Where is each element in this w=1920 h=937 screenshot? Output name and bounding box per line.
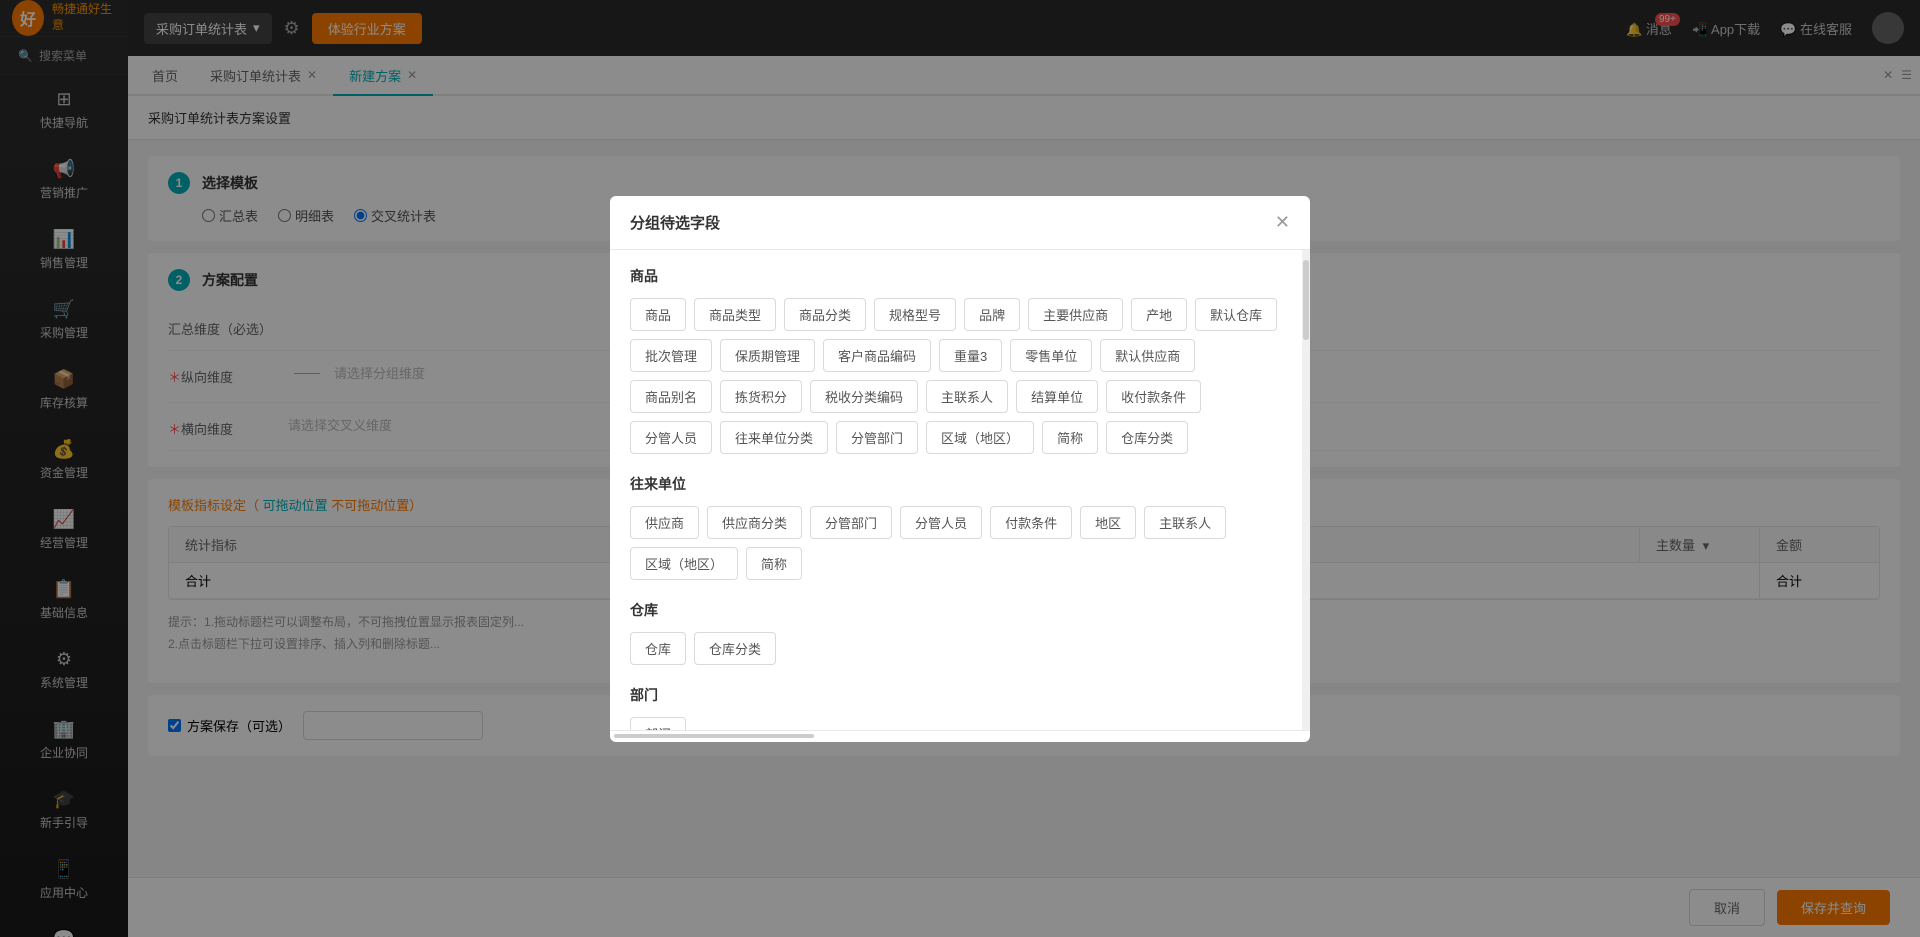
chip-partner-7[interactable]: 区域（地区）: [630, 547, 738, 580]
field-group-partner-title: 往来单位: [630, 474, 1282, 494]
chip-goods-0[interactable]: 商品: [630, 298, 686, 331]
chip-partner-1[interactable]: 供应商分类: [707, 506, 802, 539]
chip-goods-7[interactable]: 默认仓库: [1195, 298, 1277, 331]
chip-goods-19[interactable]: 收付款条件: [1106, 380, 1201, 413]
goods-chips: 商品 商品类型 商品分类 规格型号 品牌 主要供应商 产地 默认仓库 批次管理 …: [630, 298, 1282, 454]
modal-close-button[interactable]: ✕: [1275, 212, 1290, 233]
chip-goods-12[interactable]: 零售单位: [1010, 339, 1092, 372]
field-group-warehouse: 仓库 仓库 仓库分类: [630, 600, 1282, 665]
field-group-partner: 往来单位 供应商 供应商分类 分管部门 分管人员 付款条件 地区 主联系人 区域…: [630, 474, 1282, 580]
chip-goods-16[interactable]: 税收分类编码: [810, 380, 918, 413]
chip-goods-21[interactable]: 往来单位分类: [720, 421, 828, 454]
chip-goods-18[interactable]: 结算单位: [1016, 380, 1098, 413]
modal-header: 分组待选字段 ✕: [610, 196, 1310, 250]
chip-goods-11[interactable]: 重量3: [939, 339, 1002, 372]
modal-hscroll[interactable]: [610, 730, 1310, 742]
chip-partner-3[interactable]: 分管人员: [900, 506, 982, 539]
chip-goods-14[interactable]: 商品别名: [630, 380, 712, 413]
chip-partner-2[interactable]: 分管部门: [810, 506, 892, 539]
field-group-goods-title: 商品: [630, 266, 1282, 286]
chip-goods-4[interactable]: 品牌: [964, 298, 1020, 331]
chip-partner-5[interactable]: 地区: [1080, 506, 1136, 539]
chip-warehouse-0[interactable]: 仓库: [630, 632, 686, 665]
partner-chips: 供应商 供应商分类 分管部门 分管人员 付款条件 地区 主联系人 区域（地区） …: [630, 506, 1282, 580]
field-group-goods: 商品 商品 商品类型 商品分类 规格型号 品牌 主要供应商 产地 默认仓库 批次…: [630, 266, 1282, 454]
chip-goods-13[interactable]: 默认供应商: [1100, 339, 1195, 372]
modal-overlay: 分组待选字段 ✕ 商品 商品 商品类型 商品分类 规格型号 品牌 主要供应商 产…: [0, 0, 1920, 937]
chip-goods-2[interactable]: 商品分类: [784, 298, 866, 331]
chip-goods-5[interactable]: 主要供应商: [1028, 298, 1123, 331]
chip-goods-9[interactable]: 保质期管理: [720, 339, 815, 372]
chip-dept-0[interactable]: 部门: [630, 717, 686, 730]
chip-partner-0[interactable]: 供应商: [630, 506, 699, 539]
modal-vscroll-thumb[interactable]: [1303, 260, 1309, 340]
chip-goods-8[interactable]: 批次管理: [630, 339, 712, 372]
chip-partner-8[interactable]: 简称: [746, 547, 802, 580]
chip-goods-23[interactable]: 区域（地区）: [926, 421, 1034, 454]
department-chips: 部门: [630, 717, 1282, 730]
chip-warehouse-1[interactable]: 仓库分类: [694, 632, 776, 665]
warehouse-chips: 仓库 仓库分类: [630, 632, 1282, 665]
modal: 分组待选字段 ✕ 商品 商品 商品类型 商品分类 规格型号 品牌 主要供应商 产…: [610, 196, 1310, 742]
chip-goods-1[interactable]: 商品类型: [694, 298, 776, 331]
modal-title: 分组待选字段: [630, 212, 720, 233]
chip-partner-4[interactable]: 付款条件: [990, 506, 1072, 539]
chip-goods-24[interactable]: 简称: [1042, 421, 1098, 454]
chip-goods-20[interactable]: 分管人员: [630, 421, 712, 454]
chip-goods-3[interactable]: 规格型号: [874, 298, 956, 331]
chip-goods-25[interactable]: 仓库分类: [1106, 421, 1188, 454]
field-group-department: 部门 部门: [630, 685, 1282, 730]
field-group-department-title: 部门: [630, 685, 1282, 705]
modal-content-area: 商品 商品 商品类型 商品分类 规格型号 品牌 主要供应商 产地 默认仓库 批次…: [610, 250, 1302, 730]
chip-goods-6[interactable]: 产地: [1131, 298, 1187, 331]
chip-goods-15[interactable]: 拣货积分: [720, 380, 802, 413]
chip-goods-17[interactable]: 主联系人: [926, 380, 1008, 413]
modal-vscroll-track[interactable]: [1302, 250, 1310, 730]
hscroll-bar[interactable]: [614, 734, 814, 738]
chip-partner-6[interactable]: 主联系人: [1144, 506, 1226, 539]
field-group-warehouse-title: 仓库: [630, 600, 1282, 620]
chip-goods-10[interactable]: 客户商品编码: [823, 339, 931, 372]
chip-goods-22[interactable]: 分管部门: [836, 421, 918, 454]
